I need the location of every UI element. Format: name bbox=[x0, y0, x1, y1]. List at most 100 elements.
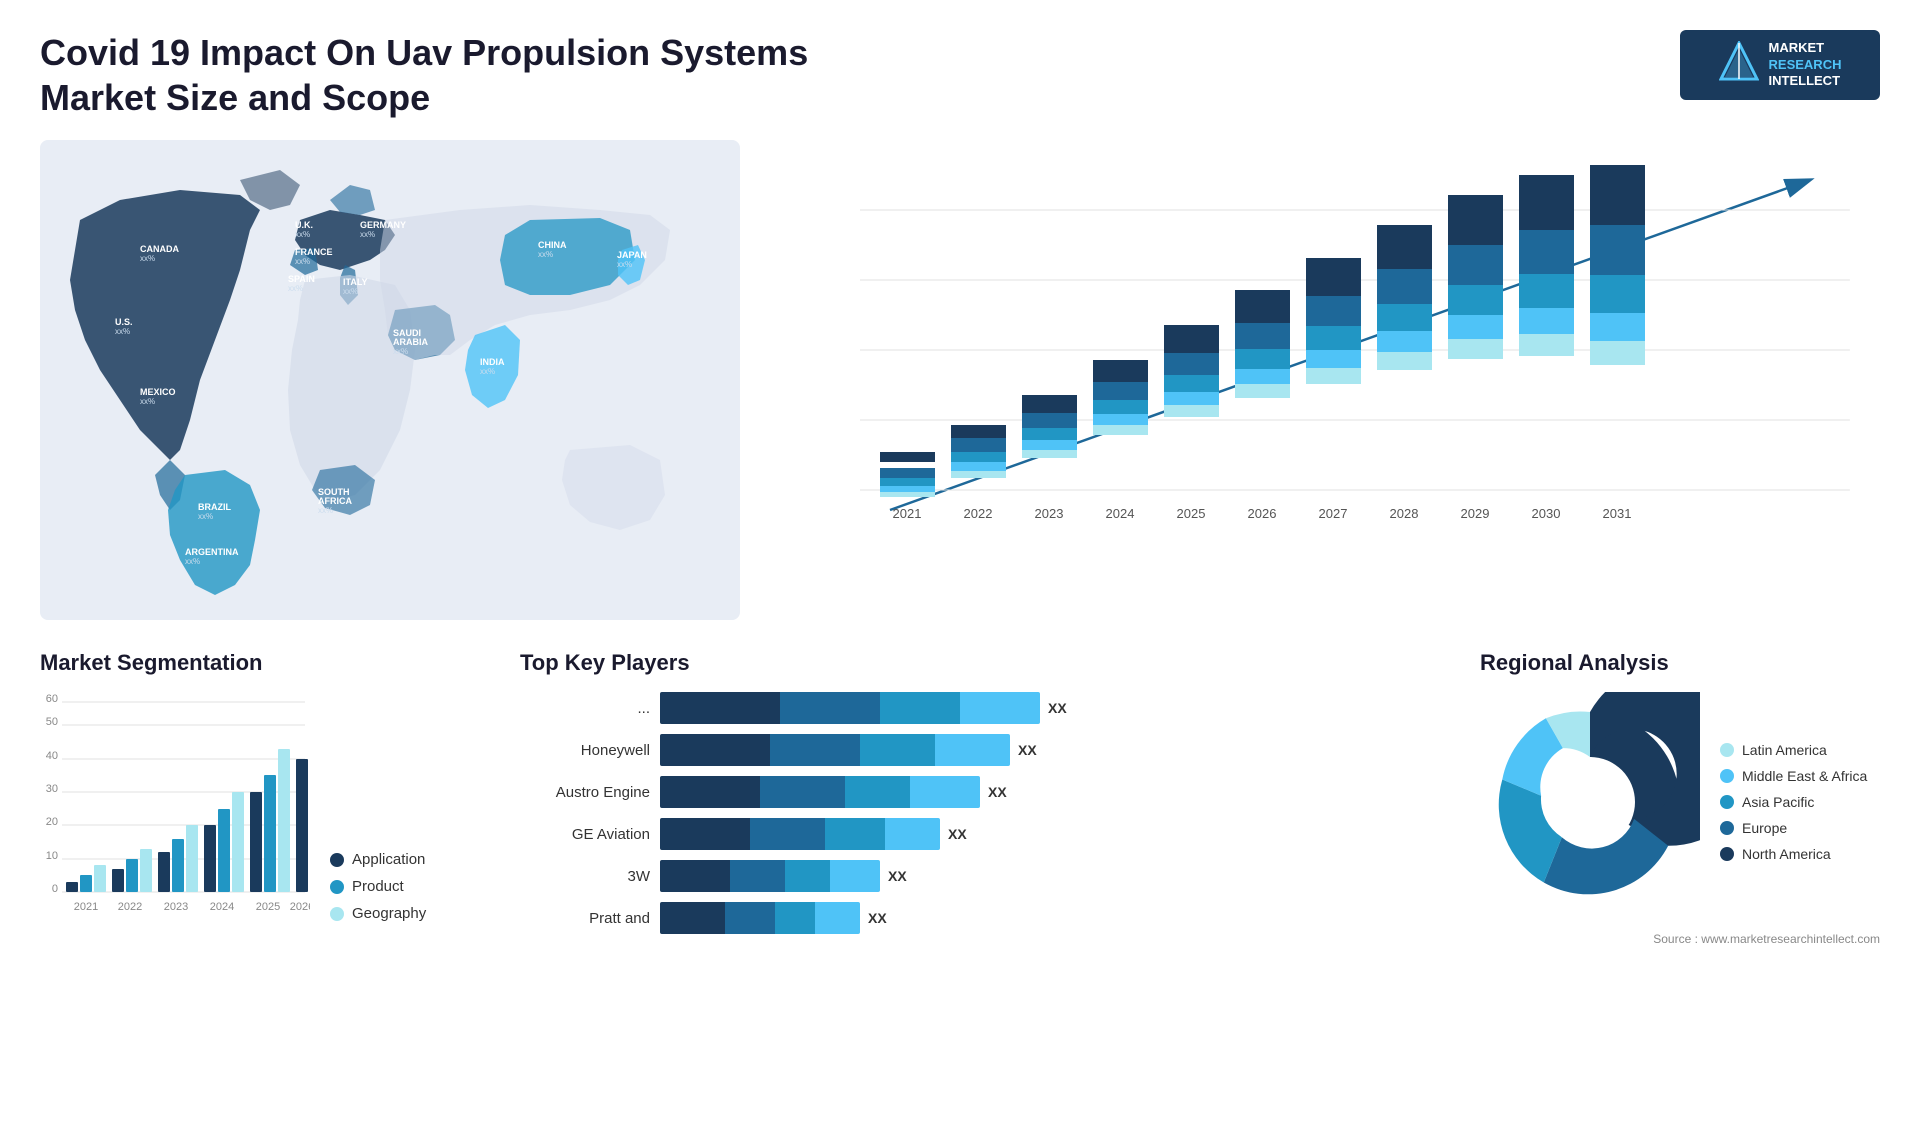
svg-text:U.K.: U.K. bbox=[295, 220, 313, 230]
svg-text:BRAZIL: BRAZIL bbox=[198, 502, 231, 512]
player-bar-outer: XX bbox=[660, 902, 1450, 934]
player-name: Honeywell bbox=[520, 742, 650, 759]
svg-text:JAPAN: JAPAN bbox=[617, 250, 647, 260]
player-name: 3W bbox=[520, 868, 650, 885]
north-america-label: North America bbox=[1742, 846, 1831, 862]
donut-chart bbox=[1480, 692, 1700, 912]
segmentation-chart: 0 10 20 30 40 50 60 bbox=[40, 692, 490, 932]
player-bar bbox=[660, 818, 940, 850]
player-xx: XX bbox=[1018, 742, 1037, 758]
segmentation-legend: Application Product Geography bbox=[330, 851, 426, 932]
player-bar bbox=[660, 902, 860, 934]
mea-dot bbox=[1720, 769, 1734, 783]
svg-text:ARGENTINA: ARGENTINA bbox=[185, 547, 239, 557]
svg-text:xx%: xx% bbox=[288, 284, 303, 293]
geography-dot bbox=[330, 907, 344, 921]
svg-text:ITALY: ITALY bbox=[343, 277, 368, 287]
legend-application: Application bbox=[330, 851, 426, 868]
page-header: Covid 19 Impact On Uav Propulsion System… bbox=[40, 30, 1880, 120]
asia-pacific-dot bbox=[1720, 795, 1734, 809]
segmentation-title: Market Segmentation bbox=[40, 650, 490, 676]
svg-text:30: 30 bbox=[46, 783, 58, 795]
svg-text:2024: 2024 bbox=[1106, 506, 1135, 521]
svg-text:xx%: xx% bbox=[360, 230, 375, 239]
bar-chart-container: XX XX XX XX XX XX XX XX XX XX XX bbox=[780, 140, 1880, 620]
svg-text:2029: 2029 bbox=[1461, 506, 1490, 521]
svg-text:2026: 2026 bbox=[290, 901, 310, 913]
svg-text:50: 50 bbox=[46, 716, 58, 728]
svg-text:2026: 2026 bbox=[1248, 506, 1277, 521]
player-xx: XX bbox=[1048, 700, 1067, 716]
latin-america-label: Latin America bbox=[1742, 742, 1827, 758]
legend-europe: Europe bbox=[1720, 820, 1867, 836]
svg-text:xx%: xx% bbox=[393, 347, 408, 356]
player-row: Pratt and XX bbox=[520, 902, 1450, 934]
svg-text:INDIA: INDIA bbox=[480, 357, 505, 367]
product-label: Product bbox=[352, 878, 404, 895]
svg-text:xx%: xx% bbox=[480, 367, 495, 376]
player-row: 3W XX bbox=[520, 860, 1450, 892]
logo-text: MARKET RESEARCH INTELLECT bbox=[1769, 40, 1842, 91]
mea-label: Middle East & Africa bbox=[1742, 768, 1867, 784]
legend-geography: Geography bbox=[330, 905, 426, 922]
legend-north-america: North America bbox=[1720, 846, 1867, 862]
svg-text:2028: 2028 bbox=[1390, 506, 1419, 521]
geography-label: Geography bbox=[352, 905, 426, 922]
regional-legend: Latin America Middle East & Africa Asia … bbox=[1720, 742, 1867, 862]
svg-text:0: 0 bbox=[52, 883, 58, 895]
svg-text:2022: 2022 bbox=[964, 506, 993, 521]
player-bar-outer: XX bbox=[660, 860, 1450, 892]
player-bar-outer: XX bbox=[660, 776, 1450, 808]
svg-text:xx%: xx% bbox=[198, 512, 213, 521]
europe-label: Europe bbox=[1742, 820, 1787, 836]
svg-text:xx%: xx% bbox=[295, 230, 310, 239]
svg-text:xx%: xx% bbox=[318, 506, 333, 515]
svg-text:40: 40 bbox=[46, 750, 58, 762]
logo-area: MARKET RESEARCH INTELLECT bbox=[1680, 30, 1880, 100]
segmentation-panel: Market Segmentation 0 10 20 30 40 50 60 bbox=[40, 650, 490, 946]
logo-box: MARKET RESEARCH INTELLECT bbox=[1680, 30, 1880, 100]
svg-text:2027: 2027 bbox=[1319, 506, 1348, 521]
application-dot bbox=[330, 853, 344, 867]
svg-text:xx%: xx% bbox=[617, 260, 632, 269]
north-america-dot bbox=[1720, 847, 1734, 861]
players-bars: ... XX Honeywell bbox=[520, 692, 1450, 934]
svg-text:2031: 2031 bbox=[1603, 506, 1632, 521]
svg-text:xx%: xx% bbox=[185, 557, 200, 566]
svg-text:U.S.: U.S. bbox=[115, 317, 133, 327]
svg-text:xx%: xx% bbox=[343, 287, 358, 296]
svg-text:2022: 2022 bbox=[118, 901, 142, 913]
player-row: Honeywell XX bbox=[520, 734, 1450, 766]
svg-text:MEXICO: MEXICO bbox=[140, 387, 176, 397]
svg-text:CANADA: CANADA bbox=[140, 244, 179, 254]
player-xx: XX bbox=[868, 910, 887, 926]
svg-text:FRANCE: FRANCE bbox=[295, 247, 333, 257]
player-row: ... XX bbox=[520, 692, 1450, 724]
player-row: Austro Engine XX bbox=[520, 776, 1450, 808]
world-map-container: CANADA xx% U.S. xx% MEXICO xx% BRAZIL xx… bbox=[40, 140, 740, 620]
svg-text:xx%: xx% bbox=[140, 397, 155, 406]
svg-text:2025: 2025 bbox=[256, 901, 280, 913]
svg-text:10: 10 bbox=[46, 850, 58, 862]
players-title: Top Key Players bbox=[520, 650, 1450, 676]
player-bar bbox=[660, 692, 1040, 724]
player-bar bbox=[660, 734, 1010, 766]
svg-text:60: 60 bbox=[46, 693, 58, 705]
legend-product: Product bbox=[330, 878, 426, 895]
svg-text:2025: 2025 bbox=[1177, 506, 1206, 521]
svg-text:20: 20 bbox=[46, 816, 58, 828]
player-name: ... bbox=[520, 700, 650, 717]
legend-mea: Middle East & Africa bbox=[1720, 768, 1867, 784]
donut-area: Latin America Middle East & Africa Asia … bbox=[1480, 692, 1880, 912]
player-bar-outer: XX bbox=[660, 734, 1450, 766]
regional-title: Regional Analysis bbox=[1480, 650, 1880, 676]
legend-latin-america: Latin America bbox=[1720, 742, 1867, 758]
application-label: Application bbox=[352, 851, 425, 868]
player-bar-outer: XX bbox=[660, 692, 1450, 724]
asia-pacific-label: Asia Pacific bbox=[1742, 794, 1814, 810]
player-bar-outer: XX bbox=[660, 818, 1450, 850]
svg-text:2030: 2030 bbox=[1532, 506, 1561, 521]
regional-panel: Regional Analysis bbox=[1480, 650, 1880, 946]
svg-text:CHINA: CHINA bbox=[538, 240, 567, 250]
top-section: CANADA xx% U.S. xx% MEXICO xx% BRAZIL xx… bbox=[40, 140, 1880, 620]
